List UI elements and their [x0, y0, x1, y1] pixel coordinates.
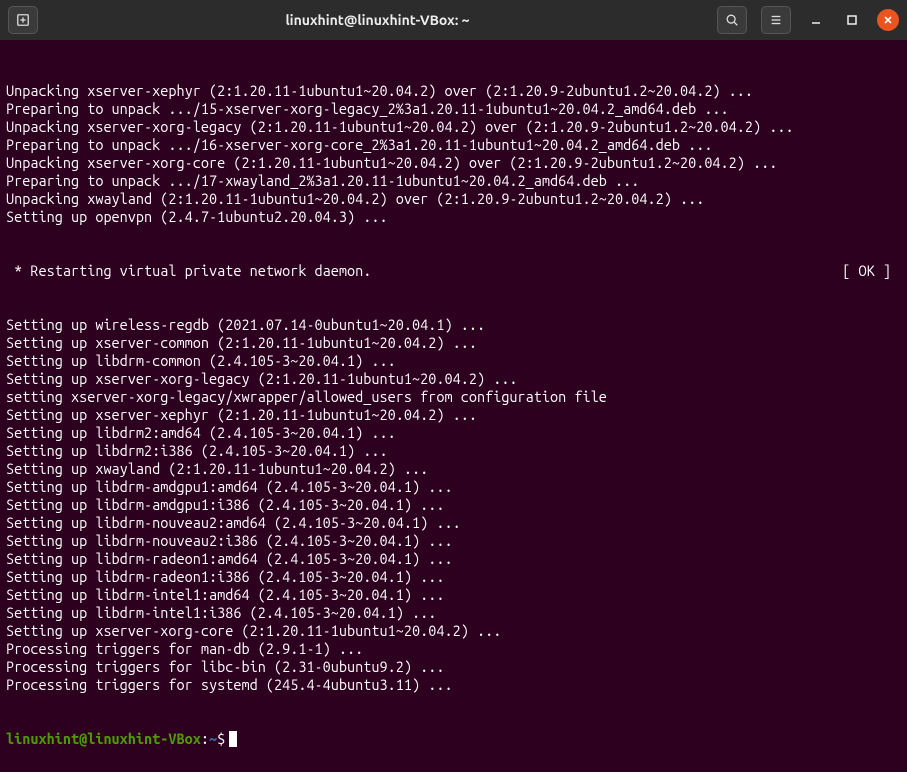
terminal-line: Preparing to unpack .../17-xwayland_2%3a…	[6, 172, 901, 190]
hamburger-icon	[769, 13, 783, 27]
prompt-line[interactable]: linuxhint@linuxhint-VBox:~$	[6, 730, 901, 748]
terminal-line: Preparing to unpack .../16-xserver-xorg-…	[6, 136, 901, 154]
terminal-line: Processing triggers for man-db (2.9.1-1)…	[6, 640, 901, 658]
terminal-line: setting xserver-xorg-legacy/xwrapper/all…	[6, 388, 901, 406]
terminal-output[interactable]: Unpacking xserver-xephyr (2:1.20.11-1ubu…	[0, 40, 907, 772]
minimize-button[interactable]	[805, 9, 827, 31]
prompt-colon: :	[201, 730, 209, 748]
search-icon	[725, 13, 739, 27]
minimize-icon	[810, 14, 822, 26]
prompt-user: linuxhint@linuxhint-VBox	[6, 730, 201, 748]
prompt-dollar: $	[217, 730, 225, 748]
terminal-line: Processing triggers for libc-bin (2.31-0…	[6, 658, 901, 676]
new-tab-button[interactable]	[8, 6, 38, 34]
terminal-line: Setting up libdrm-amdgpu1:amd64 (2.4.105…	[6, 478, 901, 496]
terminal-line: Setting up libdrm2:i386 (2.4.105-3~20.04…	[6, 442, 901, 460]
titlebar: linuxhint@linuxhint-VBox: ~	[0, 0, 907, 40]
search-button[interactable]	[717, 6, 747, 34]
terminal-line: Setting up xserver-common (2:1.20.11-1ub…	[6, 334, 901, 352]
terminal-line: Unpacking xserver-xorg-core (2:1.20.11-1…	[6, 154, 901, 172]
new-tab-icon	[16, 13, 30, 27]
terminal-line: Setting up openvpn (2.4.7-1ubuntu2.20.04…	[6, 208, 901, 226]
terminal-line: Setting up xserver-xorg-legacy (2:1.20.1…	[6, 370, 901, 388]
terminal-line: Unpacking xserver-xorg-legacy (2:1.20.11…	[6, 118, 901, 136]
menu-button[interactable]	[761, 6, 791, 34]
maximize-icon	[846, 14, 858, 26]
terminal-line: Processing triggers for systemd (245.4-4…	[6, 676, 901, 694]
titlebar-right	[717, 6, 899, 34]
window-title: linuxhint@linuxhint-VBox: ~	[46, 12, 709, 28]
service-restart-line: * Restarting virtual private network dae…	[6, 262, 901, 280]
terminal-line: Setting up libdrm-nouveau2:amd64 (2.4.10…	[6, 514, 901, 532]
terminal-line: Setting up libdrm-common (2.4.105-3~20.0…	[6, 352, 901, 370]
terminal-line: Setting up libdrm-radeon1:amd64 (2.4.105…	[6, 550, 901, 568]
terminal-line: Setting up libdrm2:amd64 (2.4.105-3~20.0…	[6, 424, 901, 442]
terminal-line: Setting up xwayland (2:1.20.11-1ubuntu1~…	[6, 460, 901, 478]
terminal-line: Setting up libdrm-amdgpu1:i386 (2.4.105-…	[6, 496, 901, 514]
close-button[interactable]	[877, 9, 899, 31]
terminal-line: Preparing to unpack .../15-xserver-xorg-…	[6, 100, 901, 118]
terminal-line: Setting up xserver-xorg-core (2:1.20.11-…	[6, 622, 901, 640]
service-restart-text: * Restarting virtual private network dae…	[6, 262, 371, 280]
service-restart-status: [ OK ]	[842, 262, 901, 280]
terminal-line: Setting up libdrm-nouveau2:i386 (2.4.105…	[6, 532, 901, 550]
terminal-line: Setting up libdrm-intel1:amd64 (2.4.105-…	[6, 586, 901, 604]
terminal-line: Unpacking xserver-xephyr (2:1.20.11-1ubu…	[6, 82, 901, 100]
terminal-line: Setting up libdrm-radeon1:i386 (2.4.105-…	[6, 568, 901, 586]
terminal-line: Setting up wireless-regdb (2021.07.14-0u…	[6, 316, 901, 334]
terminal-line: Unpacking xwayland (2:1.20.11-1ubuntu1~2…	[6, 190, 901, 208]
terminal-line: Setting up xserver-xephyr (2:1.20.11-1ub…	[6, 406, 901, 424]
maximize-button[interactable]	[841, 9, 863, 31]
close-icon	[883, 15, 893, 25]
prompt-path: ~	[209, 730, 217, 748]
cursor	[229, 731, 237, 747]
